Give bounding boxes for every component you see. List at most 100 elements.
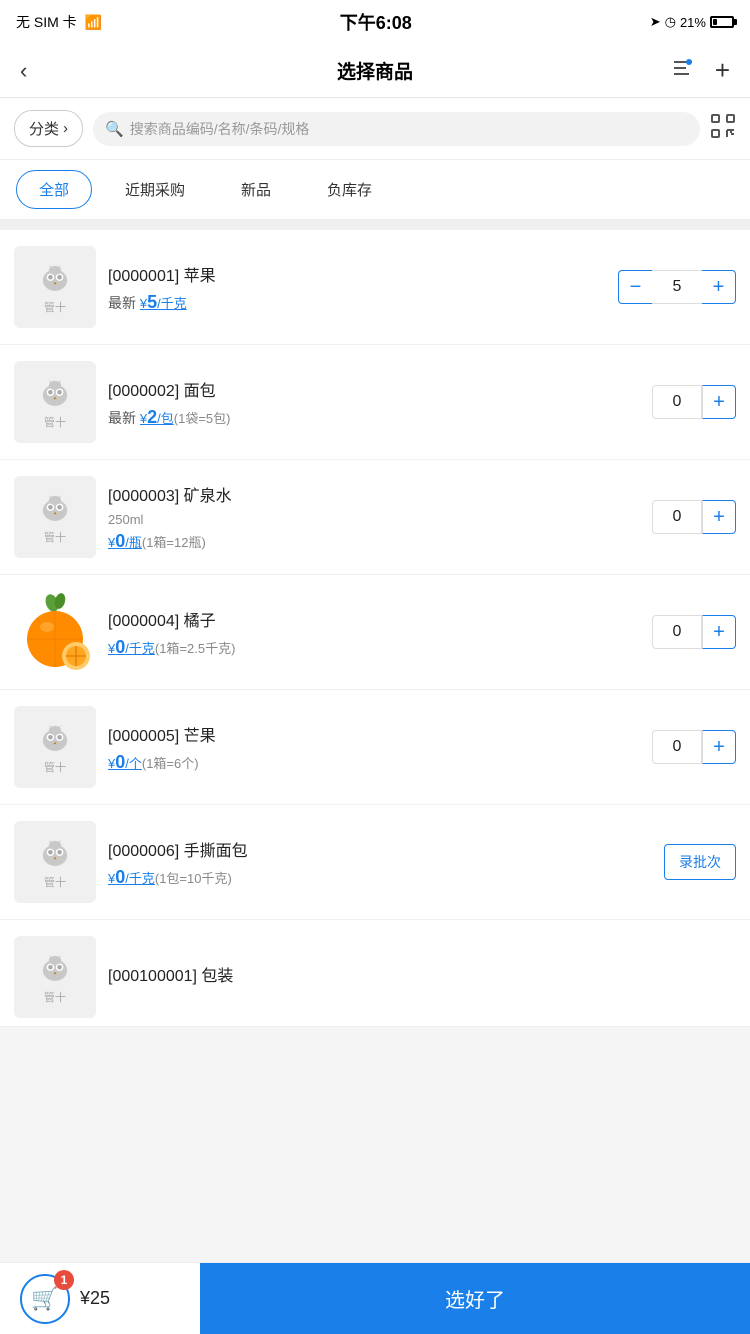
product-name: [0000006] 手撕面包 — [108, 837, 652, 861]
nav-right: + — [671, 55, 730, 86]
price-unit: /千克 — [125, 871, 155, 886]
status-left: 无 SIM 卡 📶 — [16, 12, 102, 32]
product-info: [0000006] 手撕面包 ¥0/千克(1包=10千克) — [108, 837, 652, 888]
tab-recent[interactable]: 近期采购 — [102, 170, 208, 209]
cart-total: ¥25 — [80, 1288, 110, 1309]
tab-new[interactable]: 新品 — [218, 170, 294, 209]
quantity-control: 0 + — [652, 385, 736, 419]
nav-left: ‹ — [20, 58, 27, 84]
product-thumbnail: 管十 — [14, 476, 96, 558]
search-icon: 🔍 — [105, 120, 124, 138]
record-batch-button[interactable]: 录批次 — [664, 844, 736, 880]
product-name: [0000004] 橘子 — [108, 607, 640, 631]
price-amount: 0 — [115, 867, 125, 887]
list-item: 管十 [0000002] 面包 最新 ¥2/包(1袋=5包) 0 + — [0, 345, 750, 460]
price-amount: 0 — [115, 531, 125, 551]
scan-icon[interactable] — [710, 113, 736, 145]
product-info: [0000003] 矿泉水 250ml ¥0/瓶(1箱=12瓶) — [108, 482, 640, 552]
tab-negative[interactable]: 负库存 — [304, 170, 395, 209]
logo-text: 管十 — [44, 759, 66, 775]
product-name: [000100001] 包装 — [108, 962, 736, 986]
product-thumbnail: 管十 — [14, 706, 96, 788]
product-name: [0000002] 面包 — [108, 377, 640, 401]
price-label: 最新 — [108, 295, 136, 311]
quantity-value: 0 — [652, 500, 702, 534]
cart-badge: 1 — [54, 1270, 74, 1290]
quantity-value: 0 — [652, 615, 702, 649]
quantity-control: − 5 + — [618, 270, 736, 304]
logo-text: 管十 — [44, 414, 66, 430]
price-note: (1包=10千克) — [155, 871, 232, 886]
product-info: [0000002] 面包 最新 ¥2/包(1袋=5包) — [108, 377, 640, 428]
quantity-plus-button[interactable]: + — [702, 270, 736, 304]
product-thumbnail: 管十 — [14, 821, 96, 903]
category-button[interactable]: 分类 › — [14, 110, 83, 147]
price-unit: /瓶 — [125, 535, 142, 550]
product-info: [0000004] 橘子 ¥0/千克(1箱=2.5千克) — [108, 607, 640, 658]
list-item: 管十 [000100001] 包装 — [0, 920, 750, 1027]
product-list: 管十 [0000001] 苹果 最新 ¥5/千克 − 5 + — [0, 230, 750, 1027]
category-label: 分类 — [29, 118, 59, 139]
price-amount: 0 — [115, 752, 125, 772]
category-chevron: › — [63, 120, 68, 137]
price-unit: /千克 — [125, 641, 155, 656]
product-price: ¥0/瓶(1箱=12瓶) — [108, 531, 640, 552]
filter-icon[interactable] — [671, 56, 695, 86]
list-item: 管十 [0000001] 苹果 最新 ¥5/千克 − 5 + — [0, 230, 750, 345]
confirm-button[interactable]: 选好了 — [200, 1263, 750, 1334]
price-amount: 2 — [147, 407, 157, 427]
divider — [0, 220, 750, 230]
logo-text: 管十 — [44, 989, 66, 1005]
battery-icon — [710, 16, 734, 28]
product-price: ¥0/千克(1箱=2.5千克) — [108, 637, 640, 658]
product-info: [0000005] 芒果 ¥0/个(1箱=6个) — [108, 722, 640, 773]
tab-bar: 全部 近期采购 新品 负库存 — [0, 160, 750, 220]
back-button[interactable]: ‹ — [20, 58, 27, 84]
quantity-plus-button[interactable]: + — [702, 615, 736, 649]
page-title: 选择商品 — [337, 57, 413, 84]
price-unit: /包 — [157, 411, 174, 426]
add-button[interactable]: + — [715, 55, 730, 86]
location-icon: ➤ — [650, 14, 661, 30]
filter-bar: 分类 › 🔍 搜索商品编码/名称/条码/规格 — [0, 98, 750, 160]
cart-section: 1 🛒 ¥25 — [0, 1274, 200, 1324]
nav-bar: ‹ 选择商品 + — [0, 44, 750, 98]
cart-icon: 🛒 — [31, 1286, 58, 1312]
price-unit: /千克 — [157, 296, 187, 311]
product-price: ¥0/个(1箱=6个) — [108, 752, 640, 773]
product-thumbnail — [14, 591, 96, 673]
cart-button[interactable]: 1 🛒 — [20, 1274, 70, 1324]
product-info: [0000001] 苹果 最新 ¥5/千克 — [108, 262, 606, 313]
price-label: 最新 — [108, 410, 136, 426]
product-info: [000100001] 包装 — [108, 962, 736, 992]
battery-percent: 21% — [680, 15, 706, 30]
quantity-value: 0 — [652, 730, 702, 764]
quantity-plus-button[interactable]: + — [702, 500, 736, 534]
quantity-plus-button[interactable]: + — [702, 730, 736, 764]
product-thumbnail: 管十 — [14, 936, 96, 1018]
logo-text: 管十 — [44, 529, 66, 545]
quantity-control: 0 + — [652, 615, 736, 649]
product-price: ¥0/千克(1包=10千克) — [108, 867, 652, 888]
product-spec: 250ml — [108, 512, 640, 527]
product-price: 最新 ¥5/千克 — [108, 292, 606, 313]
list-item: 管十 [0000006] 手撕面包 ¥0/千克(1包=10千克) 录批次 — [0, 805, 750, 920]
list-item: 管十 [0000005] 芒果 ¥0/个(1箱=6个) 0 + — [0, 690, 750, 805]
list-item: 管十 [0000003] 矿泉水 250ml ¥0/瓶(1箱=12瓶) 0 + — [0, 460, 750, 575]
search-placeholder: 搜索商品编码/名称/条码/规格 — [130, 119, 688, 139]
quantity-value: 0 — [652, 385, 702, 419]
search-box[interactable]: 🔍 搜索商品编码/名称/条码/规格 — [93, 112, 700, 146]
status-right: ➤ ◷ 21% — [650, 14, 734, 30]
quantity-control: 0 + — [652, 730, 736, 764]
price-amount: 5 — [147, 292, 157, 312]
quantity-control: 0 + — [652, 500, 736, 534]
quantity-minus-button[interactable]: − — [618, 270, 652, 304]
product-thumbnail: 管十 — [14, 361, 96, 443]
price-amount: 0 — [115, 637, 125, 657]
bottom-bar: 1 🛒 ¥25 选好了 — [0, 1262, 750, 1334]
quantity-plus-button[interactable]: + — [702, 385, 736, 419]
price-note: (1箱=6个) — [142, 756, 199, 771]
price-note: (1箱=12瓶) — [142, 535, 206, 550]
tab-all[interactable]: 全部 — [16, 170, 92, 209]
alarm-icon: ◷ — [665, 14, 676, 30]
